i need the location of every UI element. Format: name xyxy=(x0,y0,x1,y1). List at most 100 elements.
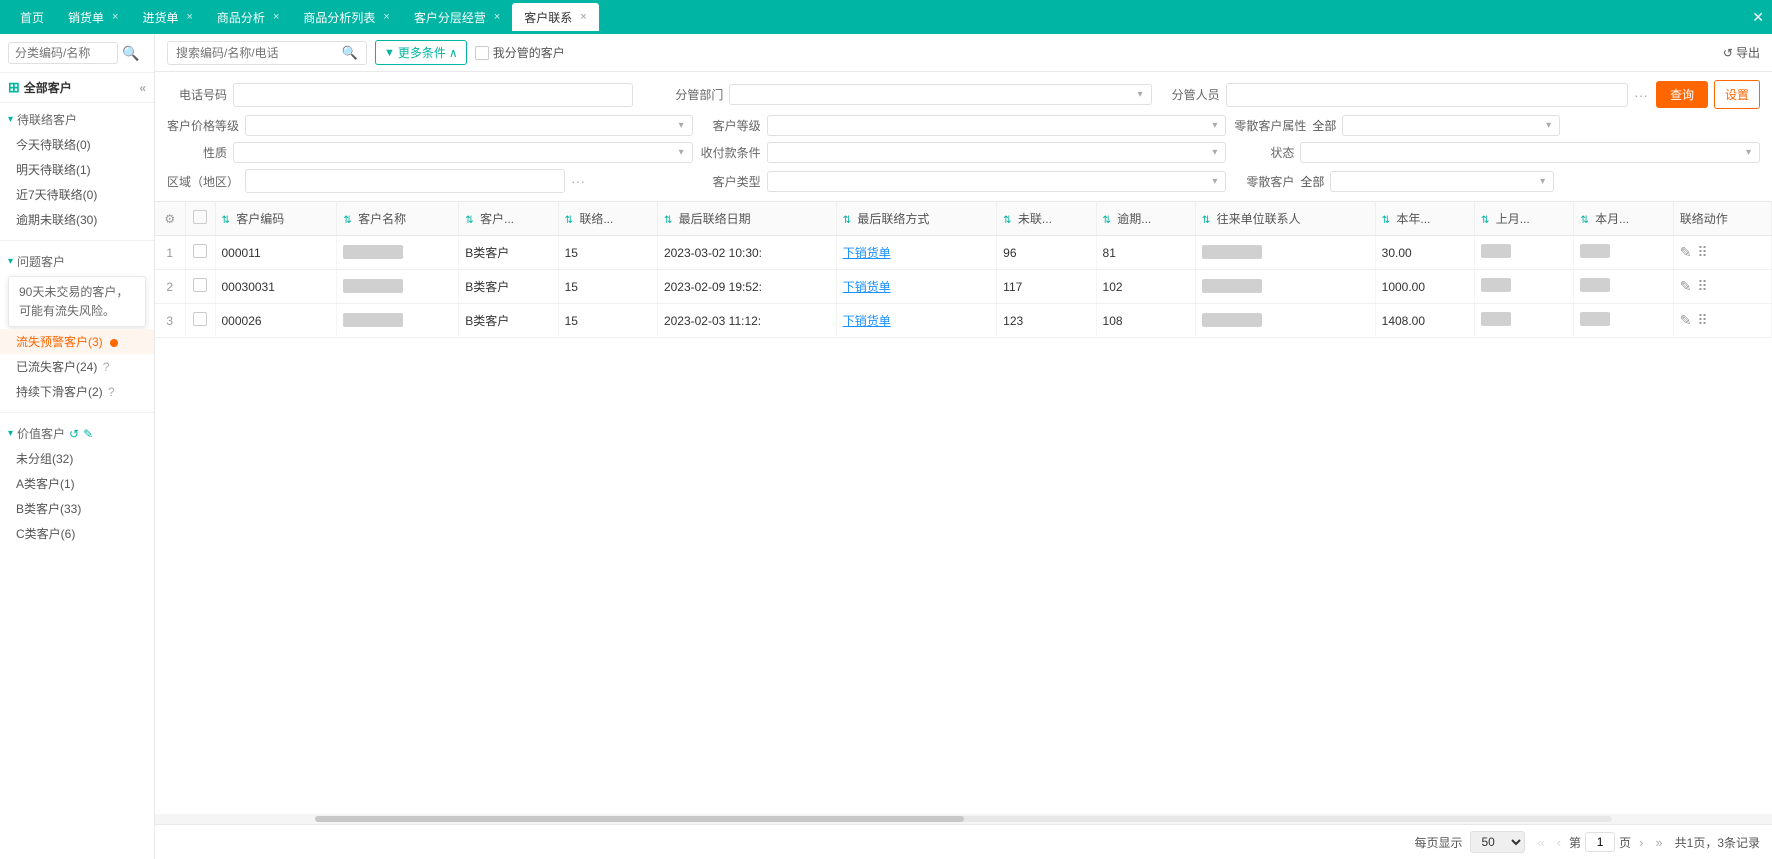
dots-icon-2[interactable]: ··· xyxy=(571,173,585,189)
edit-icon[interactable]: ✎ xyxy=(83,427,93,441)
contact-icon-2[interactable]: ✎ xyxy=(1680,278,1692,295)
th-name[interactable]: ⇅ 客户名称 xyxy=(337,202,459,236)
sidebar-group-problem-label: 问题客户 xyxy=(17,253,65,270)
sidebar-item-c-class[interactable]: C类客户(6) xyxy=(0,521,154,546)
filter-actions: 查询 设置 xyxy=(1656,80,1760,109)
per-page-select[interactable]: 50 100 200 xyxy=(1470,831,1525,853)
row-checkbox-2[interactable] xyxy=(185,270,215,304)
prev-page-btn[interactable]: ‹ xyxy=(1553,833,1565,852)
th-last-date[interactable]: ⇅ 最后联络日期 xyxy=(657,202,836,236)
sidebar-item-week-contact[interactable]: 近7天待联络(0) xyxy=(0,182,154,207)
sidebar-search-input[interactable] xyxy=(8,42,118,64)
query-button[interactable]: 查询 xyxy=(1656,81,1708,108)
th-current-month[interactable]: ⇅ 本月... xyxy=(1574,202,1673,236)
page-number-input[interactable] xyxy=(1585,832,1615,852)
close-icon[interactable]: × xyxy=(494,11,500,23)
close-icon[interactable]: × xyxy=(112,11,118,23)
chevron-down-icon: ▾ xyxy=(679,147,684,158)
row-last-way-1[interactable]: 下销货单 xyxy=(836,236,996,270)
row-last-way-2[interactable]: 下销货单 xyxy=(836,270,996,304)
sidebar-item-churned[interactable]: 已流失客户(24) ? xyxy=(0,354,154,379)
filter-person-input[interactable] xyxy=(1226,83,1628,107)
tab-purchase[interactable]: 进货单 × xyxy=(130,3,204,31)
th-unit-contact[interactable]: ⇅ 往来单位联系人 xyxy=(1195,202,1375,236)
sidebar-group-value-header[interactable]: ▾ 价值客户 ↺ ✎ xyxy=(0,421,154,446)
last-page-btn[interactable]: » xyxy=(1651,833,1666,852)
settings-icon-btn[interactable]: ⚙ xyxy=(164,212,175,226)
row-checkbox-1[interactable] xyxy=(185,236,215,270)
tab-home[interactable]: 首页 xyxy=(8,3,56,31)
more-icon-2[interactable]: ⠿ xyxy=(1697,278,1707,295)
tab-sales-label: 销货单 xyxy=(68,9,104,26)
th-last-date-label: 最后联络日期 xyxy=(679,212,751,226)
sidebar-item-today-contact[interactable]: 今天待联络(0) xyxy=(0,132,154,157)
tab-customer-tier[interactable]: 客户分层经营 × xyxy=(402,3,512,31)
sidebar-collapse-btn[interactable]: « xyxy=(139,81,146,95)
data-table: ⚙ ⇅ 客户编码 ⇅ 客户名称 xyxy=(155,202,1772,338)
more-icon-3[interactable]: ⠿ xyxy=(1697,312,1707,329)
export-btn[interactable]: ↺ 导出 xyxy=(1723,44,1760,61)
tab-sales[interactable]: 销货单 × xyxy=(56,3,130,31)
more-filter-btn[interactable]: ▼ 更多条件 ∧ xyxy=(375,40,467,65)
th-type[interactable]: ⇅ 客户... xyxy=(459,202,558,236)
sidebar-item-a-class-label: A类客户(1) xyxy=(16,477,75,491)
sidebar-group-pending-header[interactable]: ▾ 待联络客户 xyxy=(0,107,154,132)
contact-icon[interactable]: ✎ xyxy=(1680,244,1692,261)
sidebar-item-tomorrow-contact[interactable]: 明天待联络(1) xyxy=(0,157,154,182)
sidebar-search-icon[interactable]: 🔍 xyxy=(122,45,139,62)
settings-button[interactable]: 设置 xyxy=(1714,80,1760,109)
horizontal-scrollbar[interactable] xyxy=(155,814,1772,824)
refresh-icon[interactable]: ↺ xyxy=(69,427,79,441)
sidebar-item-a-class[interactable]: A类客户(1) xyxy=(0,471,154,496)
filter-region-input[interactable] xyxy=(245,169,565,193)
filter-customer-type-select[interactable]: ▾ xyxy=(767,171,1227,192)
first-page-btn[interactable]: « xyxy=(1533,833,1548,852)
tab-goods-analysis[interactable]: 商品分析 × xyxy=(205,3,291,31)
th-last-way-label: 最后联络方式 xyxy=(857,212,929,226)
my-customers-checkbox[interactable]: 我分管的客户 xyxy=(475,44,565,61)
th-checkbox[interactable] xyxy=(185,202,215,236)
th-contact-num[interactable]: ⇅ 联络... xyxy=(558,202,657,236)
filter-price-level-select[interactable]: ▾ xyxy=(245,115,693,136)
toolbar-search-input[interactable] xyxy=(176,46,342,60)
window-close-btn[interactable]: ✕ xyxy=(1752,9,1764,26)
contact-icon-3[interactable]: ✎ xyxy=(1680,312,1692,329)
close-icon[interactable]: × xyxy=(273,11,279,23)
more-icon[interactable]: ⠿ xyxy=(1697,244,1707,261)
filter-gender-select[interactable]: ▾ xyxy=(233,142,693,163)
sidebar-item-overdue-contact[interactable]: 逾期未联络(30) xyxy=(0,207,154,232)
th-current-year[interactable]: ⇅ 本年... xyxy=(1375,202,1474,236)
th-last-month[interactable]: ⇅ 上月... xyxy=(1475,202,1574,236)
close-icon[interactable]: × xyxy=(580,11,586,23)
filter-zero-attr-select[interactable]: ▾ xyxy=(1342,115,1560,136)
tab-goods-list[interactable]: 商品分析列表 × xyxy=(291,3,401,31)
th-uncontacted[interactable]: ⇅ 未联... xyxy=(997,202,1096,236)
filter-phone-input[interactable] xyxy=(233,83,633,107)
th-last-way[interactable]: ⇅ 最后联络方式 xyxy=(836,202,996,236)
th-overdue[interactable]: ⇅ 逾期... xyxy=(1096,202,1195,236)
sidebar-item-week-contact-label: 近7天待联络(0) xyxy=(16,188,97,202)
tab-customer-contact[interactable]: 客户联系 × xyxy=(512,3,598,31)
next-page-btn[interactable]: › xyxy=(1635,833,1647,852)
close-icon[interactable]: × xyxy=(383,11,389,23)
filter-dept-select[interactable]: ▾ xyxy=(729,84,1151,105)
filter-payment-select[interactable]: ▾ xyxy=(767,142,1227,163)
th-code[interactable]: ⇅ 客户编码 xyxy=(215,202,337,236)
filter-zero-customer-select[interactable]: ▾ xyxy=(1330,171,1554,192)
filter-status-select[interactable]: ▾ xyxy=(1300,142,1760,163)
scrollbar-thumb[interactable] xyxy=(315,816,964,822)
filter-zero-attr-label: 零散客户属性 xyxy=(1234,117,1306,134)
row-uncontacted-3: 123 xyxy=(997,304,1096,338)
close-icon[interactable]: × xyxy=(186,11,192,23)
sidebar-item-ungrouped[interactable]: 未分组(32) xyxy=(0,446,154,471)
toolbar-search-icon[interactable]: 🔍 xyxy=(342,45,358,61)
dots-icon[interactable]: ··· xyxy=(1634,87,1648,103)
row-checkbox-3[interactable] xyxy=(185,304,215,338)
sidebar-item-churn-warning[interactable]: 流失预警客户(3) xyxy=(0,329,154,354)
sidebar-group-problem-header[interactable]: ▾ 问题客户 xyxy=(0,249,154,274)
sidebar-item-declining[interactable]: 持续下滑客户(2) ? xyxy=(0,379,154,404)
filter-customer-level-select[interactable]: ▾ xyxy=(767,115,1227,136)
help-icon: ? xyxy=(103,360,110,374)
row-last-way-3[interactable]: 下销货单 xyxy=(836,304,996,338)
sidebar-item-b-class[interactable]: B类客户(33) xyxy=(0,496,154,521)
